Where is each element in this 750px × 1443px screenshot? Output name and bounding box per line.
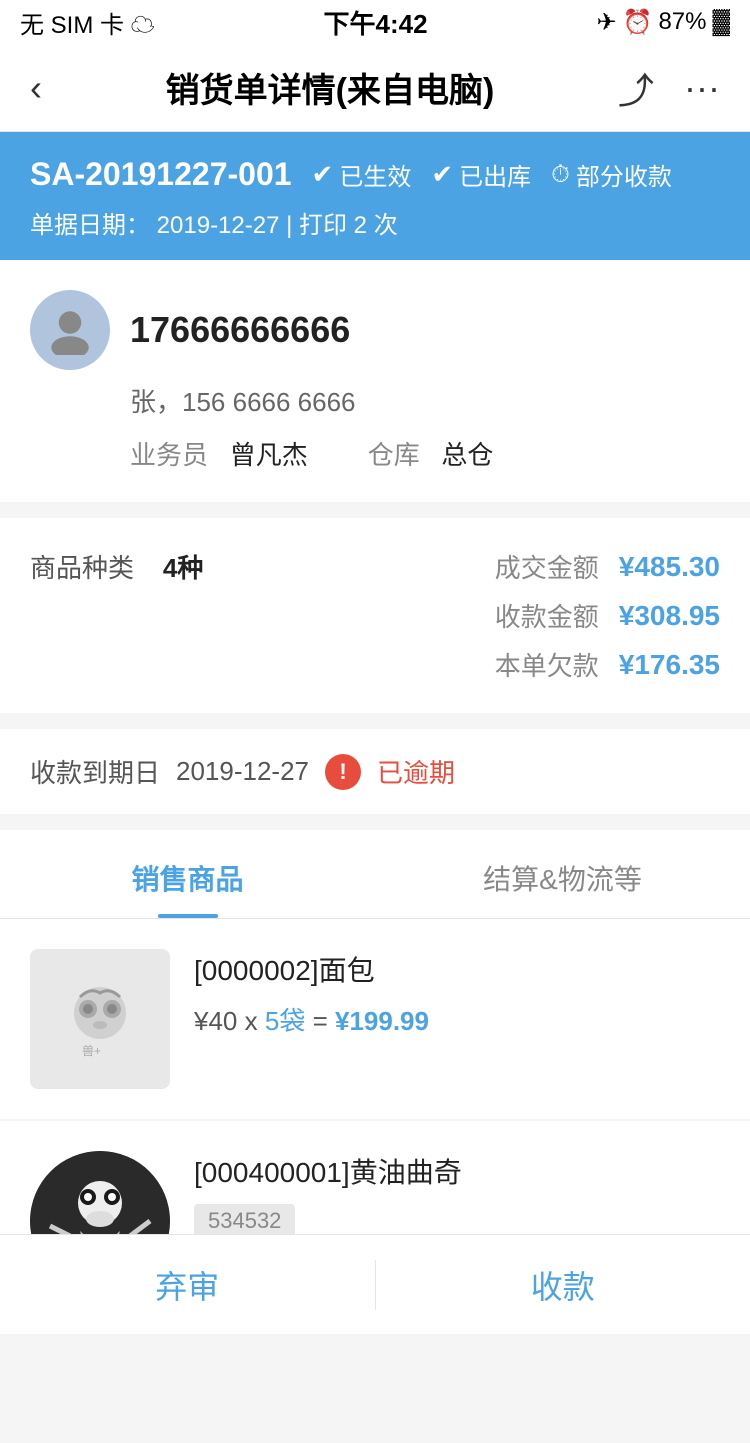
order-id: SA-20191227-001 (30, 156, 292, 193)
customer-top: 17666666666 (30, 290, 720, 370)
avatar (30, 290, 110, 370)
check-icon-1: ✔ (312, 159, 334, 190)
customer-contact: 张，156 6666 6666 (30, 382, 720, 419)
bottom-bar: 弃审 收款 (0, 1234, 750, 1334)
product-type-info: 商品种类 4种 (30, 548, 203, 585)
overdue-icon: ! (325, 754, 361, 790)
battery-level: 87% (658, 8, 706, 36)
order-date-info: 单据日期： 2019-12-27 | 打印 2 次 (30, 205, 720, 240)
amount-value: ¥485.30 (619, 551, 720, 583)
debt-value: ¥176.35 (619, 649, 720, 681)
customer-meta: 业务员 曾凡杰 仓库 总仓 (30, 435, 720, 472)
due-date-value: 2019-12-27 (176, 756, 309, 787)
location-icon: ✈ (596, 8, 616, 37)
summary-left: 商品种类 4种 (30, 548, 203, 585)
product-price-row-1: ¥40 x 5袋 = ¥199.99 (194, 1001, 720, 1038)
tab-sales-products[interactable]: 销售商品 (0, 830, 375, 918)
due-date-section: 收款到期日 2019-12-27 ! 已逾期 (0, 729, 750, 814)
sim-status: 无 SIM 卡 ☁ (20, 5, 155, 40)
battery-icon: ▓ (712, 8, 730, 36)
cancel-review-button[interactable]: 弃审 (0, 1242, 375, 1328)
clock-icon: ⏱ (551, 161, 570, 189)
product-info-1: [0000002]面包 ¥40 x 5袋 = ¥199.99 (194, 949, 720, 1038)
amount-row: 成交金额 ¥485.30 (495, 548, 720, 585)
overdue-text: 已逾期 (377, 753, 455, 790)
tabs-row: 销售商品 结算&物流等 (0, 830, 750, 918)
tabs-section: 销售商品 结算&物流等 (0, 830, 750, 919)
sales-info: 业务员 曾凡杰 (130, 435, 308, 472)
product-tag-2: 534532 (194, 1204, 295, 1238)
order-banner: SA-20191227-001 ✔ 已生效 ✔ 已出库 ⏱ 部分收款 单据日期：… (0, 132, 750, 260)
check-icon-2: ✔ (431, 159, 453, 190)
product-image-1: 兽+ (30, 949, 170, 1089)
product-total-1: ¥199.99 (335, 1006, 429, 1036)
list-item: 兽+ [0000002]面包 ¥40 x 5袋 = ¥199.99 (0, 919, 750, 1119)
product-name-2: [000400001]黄油曲奇 (194, 1151, 720, 1191)
received-row: 收款金额 ¥308.95 (495, 597, 720, 634)
product-count: 4种 (163, 553, 203, 583)
svg-text:兽+: 兽+ (82, 1044, 101, 1058)
summary-section: 商品种类 4种 成交金额 ¥485.30 收款金额 ¥308.95 本单欠款 ¥… (0, 518, 750, 713)
badge-partial: ⏱ 部分收款 (551, 157, 672, 192)
status-bar: 无 SIM 卡 ☁ 下午4:42 ✈ ⏰ 87% ▓ (0, 0, 750, 44)
due-date-label: 收款到期日 (30, 753, 160, 790)
status-left: 无 SIM 卡 ☁ (20, 5, 155, 40)
debt-row: 本单欠款 ¥176.35 (495, 646, 720, 683)
alarm-icon: ⏰ (623, 8, 653, 37)
page-title: 销货单详情(来自电脑) (166, 63, 495, 112)
status-time: 下午4:42 (324, 4, 428, 41)
warehouse-name: 总仓 (441, 440, 493, 470)
nav-bar: ‹ 销货单详情(来自电脑) ⤴ ··· (0, 44, 750, 132)
summary-right: 成交金额 ¥485.30 收款金额 ¥308.95 本单欠款 ¥176.35 (495, 548, 720, 683)
back-button[interactable]: ‹ (30, 67, 42, 109)
collect-payment-button[interactable]: 收款 (376, 1242, 750, 1328)
sales-name: 曾凡杰 (230, 440, 308, 470)
tab-settlement-logistics[interactable]: 结算&物流等 (375, 830, 750, 918)
customer-phone: 17666666666 (130, 309, 350, 351)
badge-effective: ✔ 已生效 (312, 157, 412, 192)
customer-section: 17666666666 张，156 6666 6666 业务员 曾凡杰 仓库 总… (0, 260, 750, 502)
product-name-1: [0000002]面包 (194, 949, 720, 989)
warehouse-info: 仓库 总仓 (368, 435, 494, 472)
banner-top: SA-20191227-001 ✔ 已生效 ✔ 已出库 ⏱ 部分收款 (30, 156, 720, 193)
share-button[interactable]: ⤴ (618, 62, 654, 114)
more-button[interactable]: ··· (684, 67, 720, 109)
product-qty-1: 5袋 (265, 1006, 305, 1036)
received-value: ¥308.95 (619, 600, 720, 632)
status-right: ✈ ⏰ 87% ▓ (596, 8, 730, 37)
badge-shipped: ✔ 已出库 (431, 157, 531, 192)
nav-right-actions: ⤴ ··· (618, 62, 720, 114)
